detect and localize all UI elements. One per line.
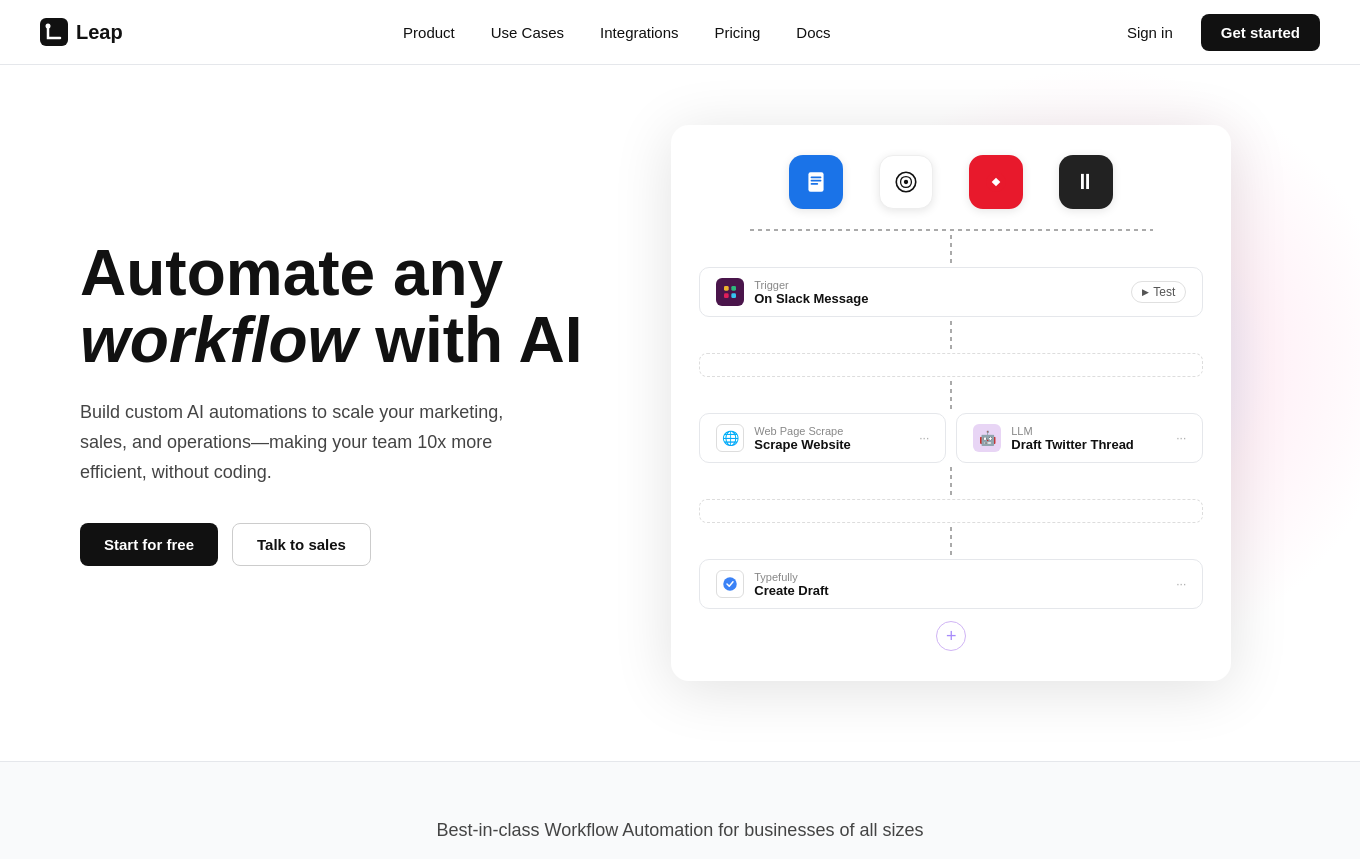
- test-button[interactable]: Test: [1131, 281, 1186, 303]
- google-docs-icon: [789, 155, 843, 209]
- nav-pricing[interactable]: Pricing: [715, 24, 761, 41]
- h-connector: [750, 229, 1153, 231]
- workflow-top-icons: ⏸: [699, 155, 1203, 209]
- svg-rect-12: [732, 293, 737, 298]
- nav-docs[interactable]: Docs: [796, 24, 830, 41]
- step-row-1: 🌐 Web Page Scrape Scrape Website ··· 🤖 L…: [699, 413, 1203, 463]
- webscrape-step: 🌐 Web Page Scrape Scrape Website ···: [699, 413, 946, 463]
- typefully-more[interactable]: ···: [1176, 577, 1186, 591]
- svg-rect-10: [732, 286, 737, 291]
- svg-rect-11: [724, 293, 729, 298]
- v-connector-4: [699, 467, 1203, 495]
- hero-ctas: Start for free Talk to sales: [80, 523, 583, 566]
- workflow-card: ⏸ Trigger On Slack Message Test: [671, 125, 1231, 681]
- svg-point-7: [904, 180, 908, 184]
- navbar: Leap Product Use Cases Integrations Pric…: [0, 0, 1360, 65]
- hero-section: Automate any workflow with AI Build cust…: [0, 65, 1360, 761]
- typefully-icon: [716, 570, 744, 598]
- webscrape-step-info: Web Page Scrape Scrape Website: [754, 425, 909, 452]
- bottom-section: Best-in-class Workflow Automation for bu…: [0, 761, 1360, 859]
- logo-text: Leap: [76, 21, 123, 44]
- openai-icon: [879, 155, 933, 209]
- nav-integrations[interactable]: Integrations: [600, 24, 678, 41]
- talk-sales-button[interactable]: Talk to sales: [232, 523, 371, 566]
- llm-more[interactable]: ···: [1176, 431, 1186, 445]
- hero-left: Automate any workflow with AI Build cust…: [80, 240, 583, 566]
- nav-actions: Sign in Get started: [1111, 14, 1320, 51]
- bottom-text: Best-in-class Workflow Automation for bu…: [437, 820, 924, 841]
- trigger-step-info: Trigger On Slack Message: [754, 279, 1121, 306]
- trigger-step: Trigger On Slack Message Test: [699, 267, 1203, 317]
- svg-point-13: [724, 577, 738, 591]
- svg-rect-0: [40, 18, 68, 46]
- llm-icon: 🤖: [973, 424, 1001, 452]
- zapier-icon: [969, 155, 1023, 209]
- placeholder-block-2: [699, 499, 1203, 523]
- nav-links: Product Use Cases Integrations Pricing D…: [403, 24, 831, 41]
- webscrape-icon: 🌐: [716, 424, 744, 452]
- llm-step: 🤖 LLM Draft Twitter Thread ···: [956, 413, 1203, 463]
- pause-icon: ⏸: [1059, 155, 1113, 209]
- svg-rect-5: [811, 183, 819, 185]
- add-step-button[interactable]: +: [936, 621, 966, 651]
- start-free-button[interactable]: Start for free: [80, 523, 218, 566]
- svg-point-1: [46, 24, 51, 29]
- logo-icon: [40, 18, 68, 46]
- v-connector-3: [699, 381, 1203, 409]
- llm-step-info: LLM Draft Twitter Thread: [1011, 425, 1166, 452]
- placeholder-block: [699, 353, 1203, 377]
- v-connector-2: [699, 321, 1203, 349]
- hero-right: ⏸ Trigger On Slack Message Test: [583, 125, 1321, 681]
- v-connector-5: [699, 527, 1203, 555]
- svg-rect-4: [811, 180, 822, 182]
- slack-icon: [716, 278, 744, 306]
- typefully-step: Typefully Create Draft ···: [699, 559, 1203, 609]
- typefully-step-info: Typefully Create Draft: [754, 571, 1166, 598]
- hero-headline: Automate any workflow with AI: [80, 240, 583, 374]
- signin-button[interactable]: Sign in: [1111, 16, 1189, 49]
- svg-rect-9: [724, 286, 729, 291]
- nav-product[interactable]: Product: [403, 24, 455, 41]
- webscrape-more[interactable]: ···: [919, 431, 929, 445]
- v-connector-1: [699, 235, 1203, 263]
- logo[interactable]: Leap: [40, 18, 123, 46]
- svg-rect-3: [811, 177, 822, 179]
- nav-use-cases[interactable]: Use Cases: [491, 24, 564, 41]
- svg-rect-2: [809, 172, 824, 192]
- hero-subtext: Build custom AI automations to scale you…: [80, 398, 520, 487]
- getstarted-button[interactable]: Get started: [1201, 14, 1320, 51]
